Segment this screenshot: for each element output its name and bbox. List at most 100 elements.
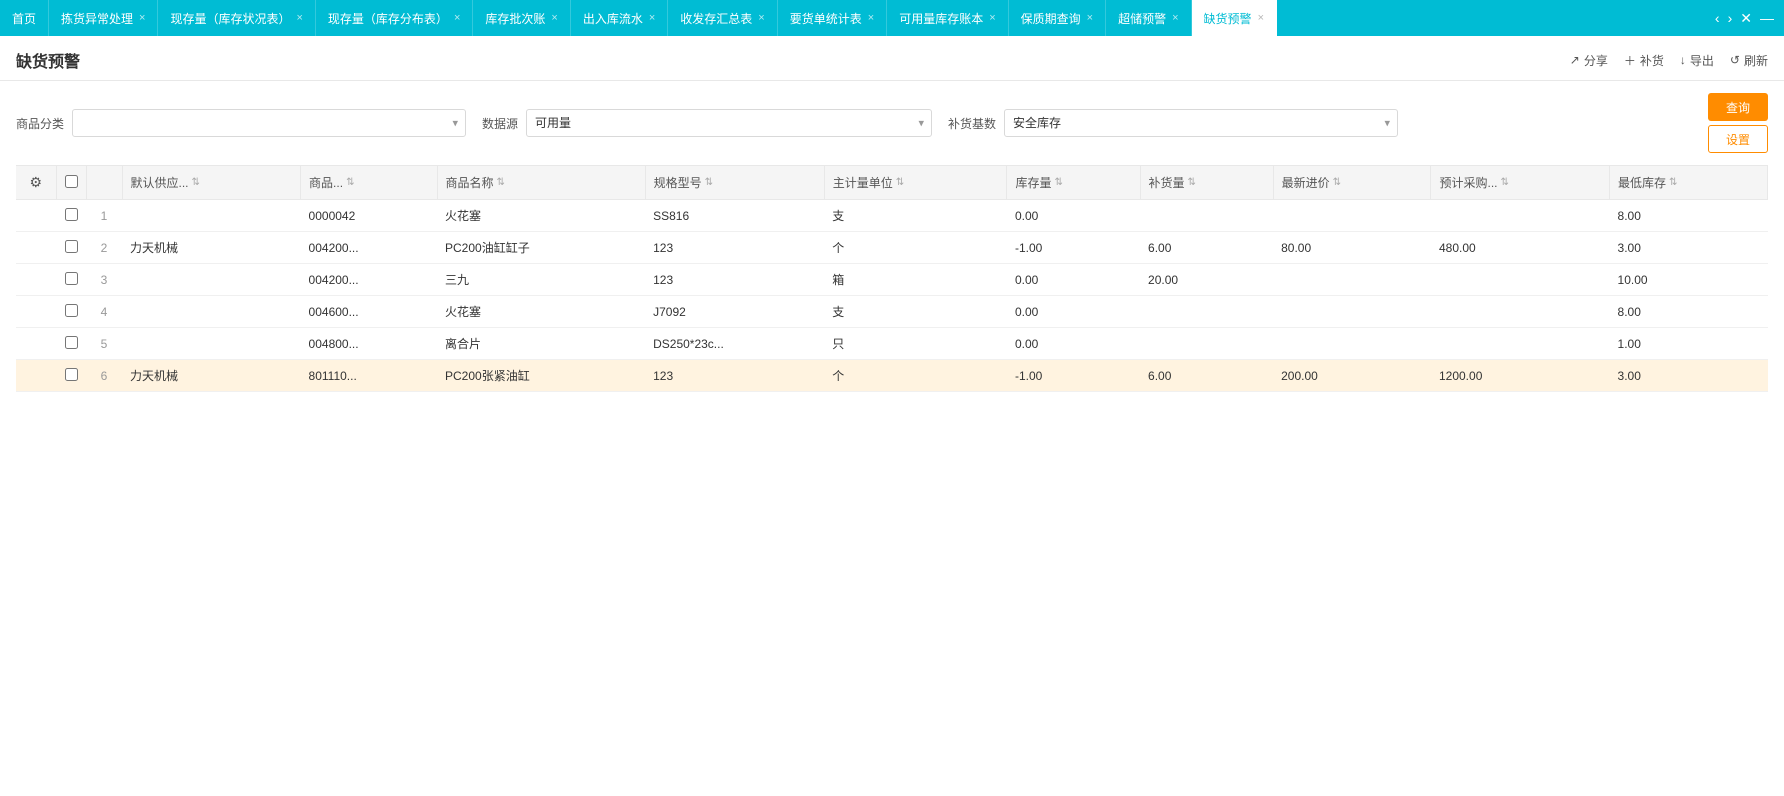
filter-data-source-select[interactable]: 可用量 库存量 [526, 109, 932, 137]
tab-inout-flow[interactable]: 出入库流水 × [571, 0, 668, 36]
tab-picking-anomaly[interactable]: 拣货异常处理 × [49, 0, 158, 36]
settings-button[interactable]: 设置 [1708, 125, 1768, 153]
select-all-checkbox[interactable] [65, 175, 78, 188]
row-stock-1: -1.00 [1007, 232, 1140, 264]
row-product-code-1: 004200... [301, 232, 437, 264]
tab-shortage[interactable]: 缺货预警 × [1192, 0, 1277, 36]
filter-data-source-select-wrap: 可用量 库存量 [526, 109, 932, 137]
col-est-purchase-label: 预计采购... [1439, 174, 1497, 191]
row-select-checkbox-0[interactable] [65, 208, 78, 221]
row-min-stock-2: 10.00 [1610, 264, 1768, 296]
tab-receive-send-close[interactable]: × [758, 12, 764, 24]
table-row: 6 力天机械 801110... PC200张紧油缸 123 个 -1.00 6… [16, 360, 1768, 392]
row-product-name-2: 三九 [437, 264, 645, 296]
tab-inventory-dist[interactable]: 现存量（库存分布表） × [316, 0, 473, 36]
tab-home[interactable]: 首页 [0, 0, 49, 36]
row-latest-price-1: 80.00 [1273, 232, 1431, 264]
sort-spec-icon[interactable]: ⇅ [705, 177, 713, 188]
tab-inventory-status-label: 现存量（库存状况表） [170, 10, 290, 27]
export-action[interactable]: ↓ 导出 [1680, 52, 1714, 69]
row-checkbox-4 [56, 328, 86, 360]
row-select-checkbox-1[interactable] [65, 240, 78, 253]
sort-unit-icon[interactable]: ⇅ [896, 177, 904, 188]
filter-category-select-wrap [72, 109, 466, 137]
tab-batch[interactable]: 库存批次账 × [473, 0, 570, 36]
tab-shortage-close[interactable]: × [1258, 12, 1264, 24]
row-gear-3 [16, 296, 56, 328]
sort-default-supplier-icon[interactable]: ⇅ [192, 177, 200, 188]
row-select-checkbox-5[interactable] [65, 368, 78, 381]
row-checkbox-0 [56, 200, 86, 232]
table-row: 4 004600... 火花塞 J7092 支 0.00 8.00 [16, 296, 1768, 328]
sort-latest-price-icon[interactable]: ⇅ [1333, 177, 1341, 188]
replenish-label: 补货 [1640, 52, 1664, 69]
refresh-action[interactable]: ↺ 刷新 [1730, 52, 1768, 69]
tab-demand-stat-label: 要货单统计表 [790, 10, 862, 27]
page-header: 缺货预警 ↗ 分享 ＋ 补货 ↓ 导出 ↺ 刷新 [0, 36, 1784, 81]
tab-batch-close[interactable]: × [551, 12, 557, 24]
row-unit-2: 箱 [824, 264, 1007, 296]
tab-bar: 首页 拣货异常处理 × 现存量（库存状况表） × 现存量（库存分布表） × 库存… [0, 0, 1784, 36]
sort-product-name-icon[interactable]: ⇅ [497, 177, 505, 188]
tab-inventory-dist-close[interactable]: × [454, 12, 460, 24]
col-row-num [86, 166, 122, 200]
replenish-action[interactable]: ＋ 补货 [1624, 52, 1664, 69]
row-spec-1: 123 [645, 232, 824, 264]
filter-data-source: 数据源 可用量 库存量 [482, 109, 932, 137]
sort-replenish-qty-icon[interactable]: ⇅ [1188, 177, 1196, 188]
page-content: 缺货预警 ↗ 分享 ＋ 补货 ↓ 导出 ↺ 刷新 商品分类 [0, 36, 1784, 796]
row-product-code-2: 004200... [301, 264, 437, 296]
row-num-1: 2 [86, 232, 122, 264]
sort-min-stock-icon[interactable]: ⇅ [1669, 177, 1677, 188]
row-checkbox-1 [56, 232, 86, 264]
row-num-3: 4 [86, 296, 122, 328]
filter-replenish-base-select[interactable]: 安全库存 最低库存 [1004, 109, 1398, 137]
row-spec-5: 123 [645, 360, 824, 392]
tab-picking-anomaly-label: 拣货异常处理 [61, 10, 133, 27]
tab-inventory-status[interactable]: 现存量（库存状况表） × [158, 0, 315, 36]
filter-category-select[interactable] [72, 109, 466, 137]
tab-controls: ‹ › ✕ — [1705, 10, 1784, 27]
tab-expiry-label: 保质期查询 [1021, 10, 1081, 27]
sort-est-purchase-icon[interactable]: ⇅ [1501, 177, 1509, 188]
tab-inventory-status-close[interactable]: × [296, 12, 302, 24]
sort-stock-icon[interactable]: ⇅ [1054, 177, 1062, 188]
row-unit-4: 只 [824, 328, 1007, 360]
share-action[interactable]: ↗ 分享 [1570, 52, 1608, 69]
row-latest-price-4 [1273, 328, 1431, 360]
tab-expiry[interactable]: 保质期查询 × [1009, 0, 1106, 36]
tab-overstock[interactable]: 超储预警 × [1106, 0, 1191, 36]
col-product-code-label: 商品... [309, 174, 343, 191]
column-settings-btn[interactable]: ⚙ [29, 174, 42, 191]
sort-product-code-icon[interactable]: ⇅ [346, 177, 354, 188]
row-product-name-5: PC200张紧油缸 [437, 360, 645, 392]
filter-category-label: 商品分类 [16, 115, 64, 132]
row-spec-2: 123 [645, 264, 824, 296]
tab-inout-flow-close[interactable]: × [649, 12, 655, 24]
row-select-checkbox-3[interactable] [65, 304, 78, 317]
tab-available-ledger-close[interactable]: × [989, 12, 995, 24]
tab-minimize-btn[interactable]: — [1760, 10, 1774, 26]
row-product-code-4: 004800... [301, 328, 437, 360]
row-min-stock-3: 8.00 [1610, 296, 1768, 328]
tab-expiry-close[interactable]: × [1087, 12, 1093, 24]
filter-replenish-base-select-wrap: 安全库存 最低库存 [1004, 109, 1398, 137]
tab-picking-anomaly-close[interactable]: × [139, 12, 145, 24]
tab-available-ledger[interactable]: 可用量库存账本 × [887, 0, 1008, 36]
row-replenish-qty-5: 6.00 [1140, 360, 1273, 392]
query-button[interactable]: 查询 [1708, 93, 1768, 121]
tab-close-all-btn[interactable]: ✕ [1740, 10, 1752, 27]
row-supplier-2 [122, 264, 301, 296]
filter-replenish-base: 补货基数 安全库存 最低库存 [948, 109, 1398, 137]
tab-demand-stat-close[interactable]: × [868, 12, 874, 24]
row-est-purchase-4 [1431, 328, 1610, 360]
tab-next-btn[interactable]: › [1728, 10, 1733, 26]
row-select-checkbox-2[interactable] [65, 272, 78, 285]
row-select-checkbox-4[interactable] [65, 336, 78, 349]
tab-demand-stat[interactable]: 要货单统计表 × [778, 0, 887, 36]
replenish-icon: ＋ [1624, 52, 1636, 69]
col-replenish-qty: 补货量 ⇅ [1140, 166, 1273, 200]
tab-prev-btn[interactable]: ‹ [1715, 10, 1720, 26]
tab-overstock-close[interactable]: × [1172, 12, 1178, 24]
tab-receive-send[interactable]: 收发存汇总表 × [668, 0, 777, 36]
